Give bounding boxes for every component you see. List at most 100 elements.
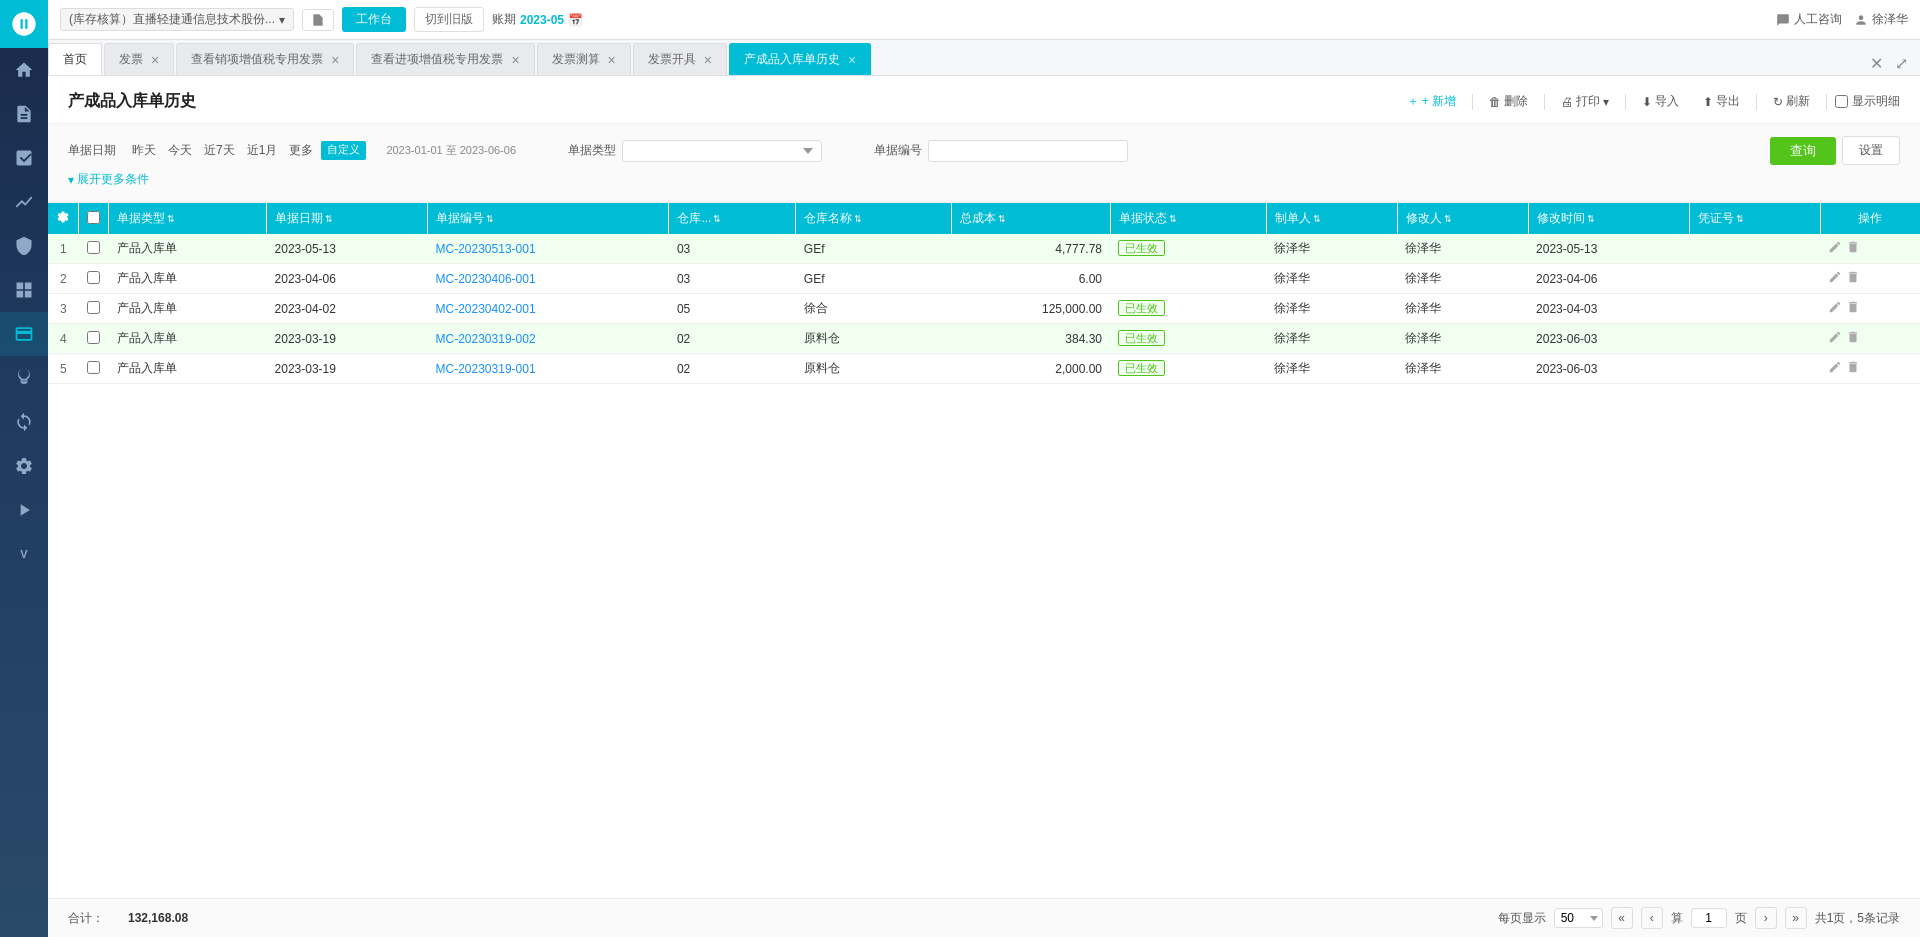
edit-icon-4[interactable] bbox=[1828, 330, 1842, 347]
tab-sales-vat-close[interactable]: × bbox=[331, 52, 339, 68]
sidebar-item-play[interactable] bbox=[0, 488, 48, 532]
period-calendar-icon[interactable]: 📅 bbox=[568, 13, 583, 27]
number-link-3[interactable]: MC-20230402-001 bbox=[436, 302, 536, 316]
print-button[interactable]: 🖨 打印 ▾ bbox=[1553, 90, 1617, 113]
export-button[interactable]: ⬆ 导出 bbox=[1695, 90, 1748, 113]
th-warehouse-name[interactable]: 仓库名称⇅ bbox=[796, 203, 952, 234]
cell-check-1[interactable] bbox=[79, 234, 109, 264]
sidebar-item-shield[interactable] bbox=[0, 224, 48, 268]
date-link-yesterday[interactable]: 昨天 bbox=[128, 141, 160, 160]
per-page-select[interactable]: 50 100 bbox=[1554, 908, 1603, 928]
row-checkbox-4[interactable] bbox=[87, 331, 100, 344]
table-row[interactable]: 4 产品入库单 2023-03-19 MC-20230319-002 02 原料… bbox=[48, 324, 1920, 354]
first-page-btn[interactable]: « bbox=[1611, 907, 1633, 929]
sidebar-item-vip[interactable]: V bbox=[0, 532, 48, 576]
th-voucher[interactable]: 凭证号⇅ bbox=[1689, 203, 1820, 234]
new-button[interactable]: ＋ + 新增 bbox=[1399, 90, 1464, 113]
sidebar-item-stamp[interactable] bbox=[0, 356, 48, 400]
cell-number-3[interactable]: MC-20230402-001 bbox=[428, 294, 669, 324]
row-checkbox-1[interactable] bbox=[87, 241, 100, 254]
number-filter-input[interactable] bbox=[928, 140, 1128, 162]
tab-close-all-btn[interactable]: ✕ bbox=[1866, 52, 1887, 75]
th-creator[interactable]: 制单人⇅ bbox=[1266, 203, 1397, 234]
company-selector[interactable]: (库存核算）直播轻捷通信息技术股份... ▾ bbox=[60, 8, 294, 31]
tab-home[interactable]: 首页 bbox=[48, 43, 102, 75]
sidebar-item-chart[interactable] bbox=[0, 180, 48, 224]
tab-invoice-calc[interactable]: 发票测算 × bbox=[537, 43, 631, 75]
edit-icon-5[interactable] bbox=[1828, 360, 1842, 377]
cell-number-2[interactable]: MC-20230406-001 bbox=[428, 264, 669, 294]
cell-number-1[interactable]: MC-20230513-001 bbox=[428, 234, 669, 264]
query-button[interactable]: 查询 bbox=[1770, 137, 1836, 165]
cell-number-4[interactable]: MC-20230319-002 bbox=[428, 324, 669, 354]
date-custom-tag[interactable]: 自定义 bbox=[321, 141, 366, 160]
delete-icon-2[interactable] bbox=[1846, 270, 1860, 287]
row-checkbox-5[interactable] bbox=[87, 361, 100, 374]
cell-check-5[interactable] bbox=[79, 354, 109, 384]
th-modify-time[interactable]: 修改时间⇅ bbox=[1528, 203, 1689, 234]
cell-number-5[interactable]: MC-20230319-001 bbox=[428, 354, 669, 384]
tab-invoice-calc-close[interactable]: × bbox=[608, 52, 616, 68]
row-checkbox-3[interactable] bbox=[87, 301, 100, 314]
cell-check-3[interactable] bbox=[79, 294, 109, 324]
th-modifier[interactable]: 修改人⇅ bbox=[1397, 203, 1528, 234]
cell-check-4[interactable] bbox=[79, 324, 109, 354]
sidebar-item-cycle[interactable] bbox=[0, 400, 48, 444]
cell-check-2[interactable] bbox=[79, 264, 109, 294]
prev-page-btn[interactable]: ‹ bbox=[1641, 907, 1663, 929]
th-date[interactable]: 单据日期⇅ bbox=[267, 203, 428, 234]
delete-icon-4[interactable] bbox=[1846, 330, 1860, 347]
tab-input-vat-close[interactable]: × bbox=[511, 52, 519, 68]
set-button[interactable]: 设置 bbox=[1842, 136, 1900, 165]
import-button[interactable]: ⬇ 导入 bbox=[1634, 90, 1687, 113]
sidebar-item-grid[interactable] bbox=[0, 268, 48, 312]
number-link-4[interactable]: MC-20230319-002 bbox=[436, 332, 536, 346]
tab-invoice[interactable]: 发票 × bbox=[104, 43, 174, 75]
sidebar-item-settings[interactable] bbox=[0, 444, 48, 488]
display-toggle-checkbox[interactable] bbox=[1835, 95, 1848, 108]
type-filter-select[interactable] bbox=[622, 140, 822, 162]
refresh-button[interactable]: ↻ 刷新 bbox=[1765, 90, 1818, 113]
table-row[interactable]: 5 产品入库单 2023-03-19 MC-20230319-001 02 原料… bbox=[48, 354, 1920, 384]
page-number-input[interactable] bbox=[1691, 908, 1727, 928]
th-type[interactable]: 单据类型⇅ bbox=[109, 203, 267, 234]
edit-icon-1[interactable] bbox=[1828, 240, 1842, 257]
date-link-7days[interactable]: 近7天 bbox=[200, 141, 239, 160]
th-warehouse-code[interactable]: 仓库...⇅ bbox=[669, 203, 796, 234]
tab-product-in-close[interactable]: × bbox=[848, 52, 856, 68]
th-select-all[interactable] bbox=[79, 203, 109, 234]
sidebar-item-home[interactable] bbox=[0, 48, 48, 92]
user-area[interactable]: 徐泽华 bbox=[1854, 11, 1908, 28]
tab-sales-vat[interactable]: 查看销项增值税专用发票 × bbox=[176, 43, 354, 75]
table-row[interactable]: 3 产品入库单 2023-04-02 MC-20230402-001 05 徐合… bbox=[48, 294, 1920, 324]
delete-icon-1[interactable] bbox=[1846, 240, 1860, 257]
workbench-button[interactable]: 工作台 bbox=[342, 7, 406, 32]
sidebar-item-analytics[interactable] bbox=[0, 136, 48, 180]
last-page-btn[interactable]: » bbox=[1785, 907, 1807, 929]
assistant-area[interactable]: 人工咨询 bbox=[1776, 11, 1842, 28]
edit-icon-2[interactable] bbox=[1828, 270, 1842, 287]
sidebar-item-invoice[interactable] bbox=[0, 312, 48, 356]
delete-icon-3[interactable] bbox=[1846, 300, 1860, 317]
th-total-cost[interactable]: 总成本⇅ bbox=[952, 203, 1110, 234]
delete-button[interactable]: 🗑 删除 bbox=[1481, 90, 1536, 113]
tab-expand-btn[interactable]: ⤢ bbox=[1891, 52, 1912, 75]
number-link-2[interactable]: MC-20230406-001 bbox=[436, 272, 536, 286]
date-link-today[interactable]: 今天 bbox=[164, 141, 196, 160]
delete-icon-5[interactable] bbox=[1846, 360, 1860, 377]
th-status[interactable]: 单据状态⇅ bbox=[1110, 203, 1266, 234]
select-all-checkbox[interactable] bbox=[87, 211, 100, 224]
tab-input-vat[interactable]: 查看进项增值税专用发票 × bbox=[356, 43, 534, 75]
th-settings[interactable] bbox=[48, 203, 79, 234]
expand-conditions-button[interactable]: ▾ 展开更多条件 bbox=[68, 171, 149, 188]
date-link-1month[interactable]: 近1月 bbox=[243, 141, 282, 160]
next-page-btn[interactable]: › bbox=[1755, 907, 1777, 929]
sidebar-item-doc[interactable] bbox=[0, 92, 48, 136]
tab-invoice-open[interactable]: 发票开具 × bbox=[633, 43, 727, 75]
tab-invoice-open-close[interactable]: × bbox=[704, 52, 712, 68]
switch-version-button[interactable]: 切到旧版 bbox=[414, 7, 484, 32]
th-number[interactable]: 单据编号⇅ bbox=[428, 203, 669, 234]
doc-btn[interactable] bbox=[302, 9, 334, 31]
tab-product-in[interactable]: 产成品入库单历史 × bbox=[729, 43, 871, 75]
tab-invoice-close[interactable]: × bbox=[151, 52, 159, 68]
